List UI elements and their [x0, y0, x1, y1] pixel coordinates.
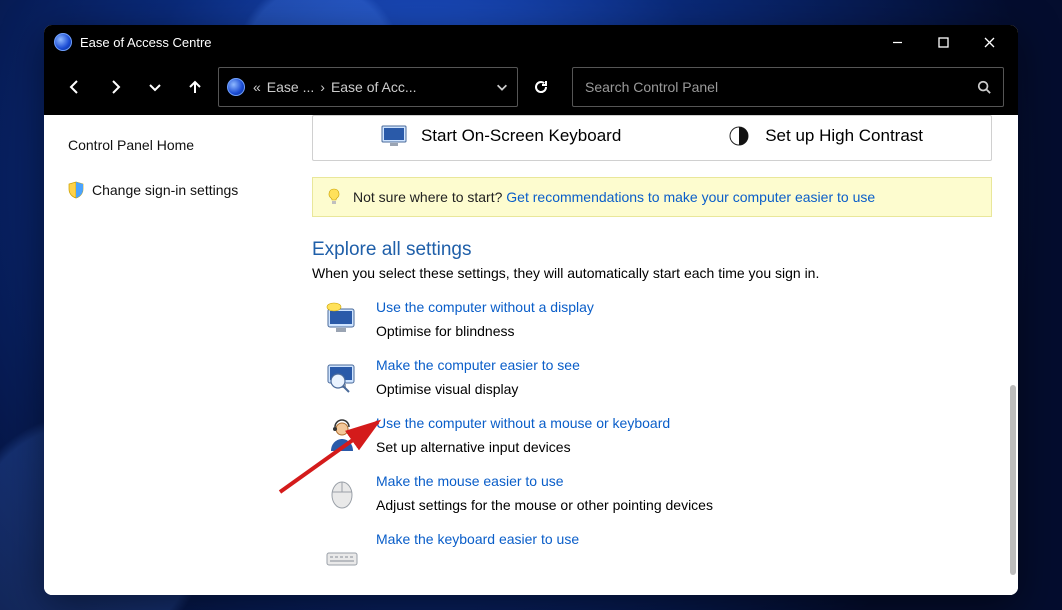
scrollbar-thumb[interactable]: [1010, 385, 1016, 575]
option-mouse-easier-desc: Adjust settings for the mouse or other p…: [376, 497, 713, 513]
title-bar: Ease of Access Centre: [44, 25, 1018, 59]
minimize-button[interactable]: [874, 25, 920, 59]
window: Ease of Access Centre « Ease ... › Ease …: [44, 25, 1018, 595]
address-bar[interactable]: « Ease ... › Ease of Acc...: [218, 67, 518, 107]
sidebar-signin-link[interactable]: Change sign-in settings: [68, 181, 292, 199]
close-button[interactable]: [966, 25, 1012, 59]
tool-high-contrast[interactable]: Set up High Contrast: [725, 124, 923, 148]
contrast-icon: [725, 124, 753, 148]
address-icon: [227, 78, 245, 96]
forward-button[interactable]: [98, 70, 132, 104]
option-no-mouse-keyboard: Use the computer without a mouse or keyb…: [312, 415, 992, 455]
sidebar-home-link[interactable]: Control Panel Home: [68, 137, 292, 153]
hint-link[interactable]: Get recommendations to make your compute…: [506, 189, 875, 205]
option-easier-see: Make the computer easier to see Optimise…: [312, 357, 992, 397]
quick-tools-panel: Start On-Screen Keyboard Set up High Con…: [312, 115, 992, 161]
lightbulb-icon: [327, 188, 341, 206]
option-no-display-link[interactable]: Use the computer without a display: [376, 299, 594, 315]
sidebar-home-label: Control Panel Home: [68, 137, 194, 153]
sidebar-signin-label: Change sign-in settings: [92, 182, 238, 198]
address-dropdown-icon[interactable]: [495, 80, 509, 94]
hint-text: Not sure where to start? Get recommendat…: [353, 189, 875, 205]
search-icon: [977, 80, 991, 94]
mouse-icon: [324, 475, 360, 511]
monitor-icon: [381, 124, 409, 148]
maximize-button[interactable]: [920, 25, 966, 59]
option-easier-see-link[interactable]: Make the computer easier to see: [376, 357, 580, 373]
breadcrumb-prefix: «: [253, 79, 261, 95]
tool-onscreen-keyboard[interactable]: Start On-Screen Keyboard: [381, 124, 621, 148]
person-headset-icon: [324, 417, 360, 453]
monitor-magnify-icon: [324, 359, 360, 395]
breadcrumb-sep: ›: [320, 79, 325, 95]
option-no-mouse-keyboard-link[interactable]: Use the computer without a mouse or keyb…: [376, 415, 670, 431]
back-button[interactable]: [58, 70, 92, 104]
search-input[interactable]: [585, 79, 977, 95]
option-no-display: Use the computer without a display Optim…: [312, 299, 992, 339]
main-panel: Start On-Screen Keyboard Set up High Con…: [312, 115, 1018, 595]
recent-dropdown[interactable]: [138, 70, 172, 104]
nav-bar: « Ease ... › Ease of Acc...: [44, 59, 1018, 115]
option-keyboard-easier: Make the keyboard easier to use: [312, 531, 992, 569]
option-mouse-easier: Make the mouse easier to use Adjust sett…: [312, 473, 992, 513]
app-icon: [54, 33, 72, 51]
section-title: Explore all settings: [312, 239, 992, 261]
window-title: Ease of Access Centre: [80, 35, 212, 50]
option-easier-see-desc: Optimise visual display: [376, 381, 580, 397]
section-subtitle: When you select these settings, they wil…: [312, 265, 992, 281]
option-no-display-desc: Optimise for blindness: [376, 323, 594, 339]
hint-lead: Not sure where to start?: [353, 189, 506, 205]
refresh-button[interactable]: [524, 70, 558, 104]
up-button[interactable]: [178, 70, 212, 104]
breadcrumb-part1[interactable]: Ease ...: [267, 79, 314, 95]
sidebar: Control Panel Home Change sign-in settin…: [44, 115, 312, 595]
tool-high-contrast-label: Set up High Contrast: [765, 126, 923, 146]
content-body: Control Panel Home Change sign-in settin…: [44, 115, 1018, 595]
shield-icon: [68, 181, 84, 199]
option-keyboard-easier-link[interactable]: Make the keyboard easier to use: [376, 531, 579, 547]
breadcrumb[interactable]: « Ease ... › Ease of Acc...: [253, 79, 487, 95]
search-box[interactable]: [572, 67, 1004, 107]
option-no-mouse-keyboard-desc: Set up alternative input devices: [376, 439, 670, 455]
keyboard-icon: [324, 533, 360, 569]
tool-onscreen-keyboard-label: Start On-Screen Keyboard: [421, 126, 621, 146]
breadcrumb-part2[interactable]: Ease of Acc...: [331, 79, 417, 95]
option-mouse-easier-link[interactable]: Make the mouse easier to use: [376, 473, 564, 489]
hint-bar: Not sure where to start? Get recommendat…: [312, 177, 992, 217]
monitor-speech-icon: [324, 301, 360, 337]
